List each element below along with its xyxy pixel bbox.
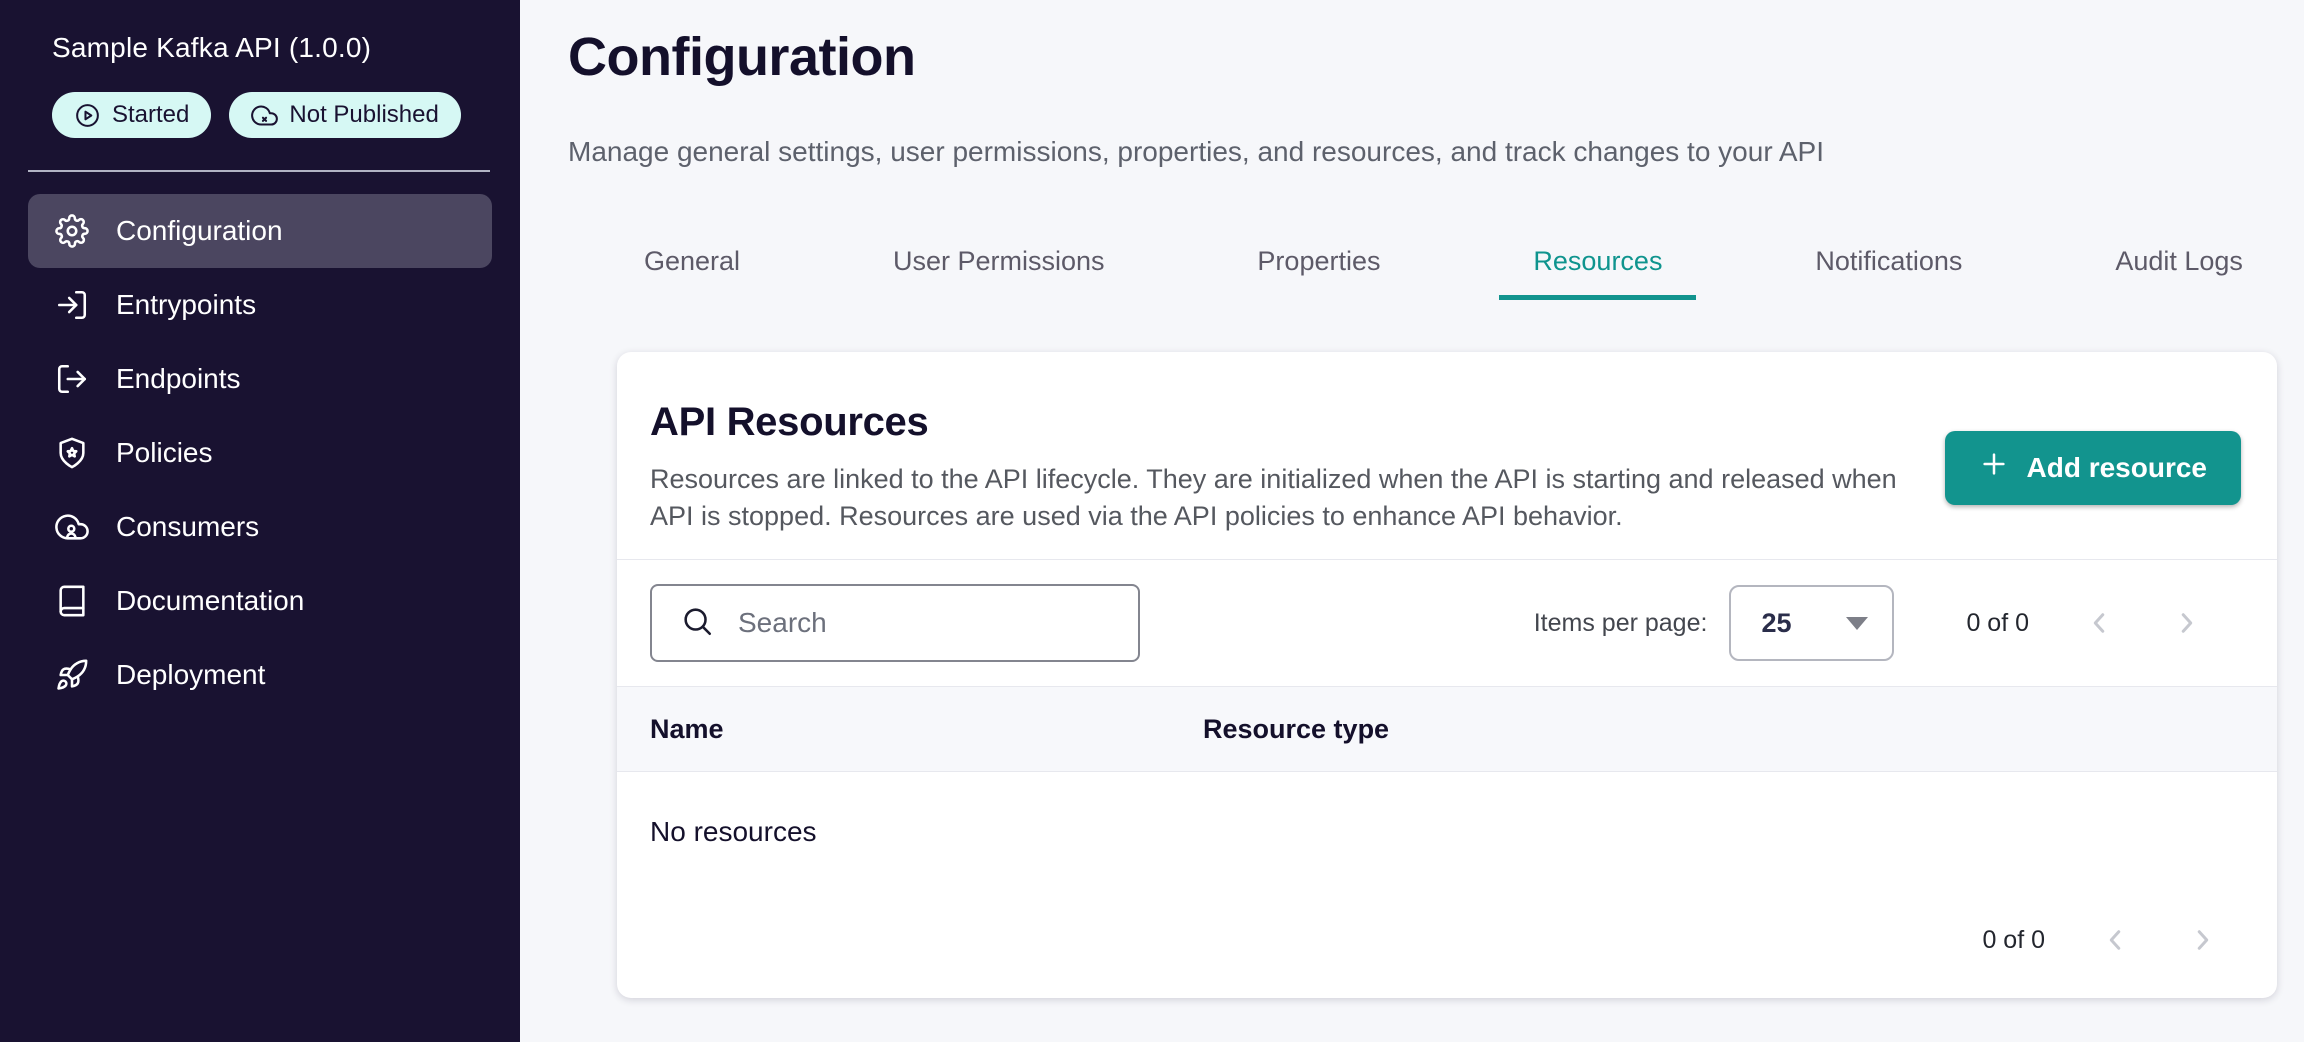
status-badge-not-published: Not Published <box>229 92 460 138</box>
page-title: Configuration <box>568 26 2277 88</box>
chevron-right-icon <box>2169 605 2205 641</box>
pagination-range-bottom: 0 of 0 <box>1982 926 2045 955</box>
previous-page-button-bottom[interactable] <box>2097 922 2133 958</box>
status-badges: Started Not Published <box>52 92 490 138</box>
next-page-button-bottom[interactable] <box>2185 922 2221 958</box>
sidebar-item-deployment[interactable]: Deployment <box>28 638 492 712</box>
tab-audit-logs[interactable]: Audit Logs <box>2081 228 2277 300</box>
status-badge-label: Not Published <box>289 101 438 129</box>
table-toolbar: Items per page: 25 0 of 0 <box>617 560 2277 686</box>
pagination-bottom: 0 of 0 <box>617 892 2277 998</box>
items-per-page-label: Items per page: <box>1534 609 1708 638</box>
card-description: Resources are linked to the API lifecycl… <box>650 461 1945 535</box>
sidebar-item-entrypoints[interactable]: Entrypoints <box>28 268 492 342</box>
sidebar-item-label: Documentation <box>116 585 304 617</box>
column-header-resource-type: Resource type <box>1203 714 1389 745</box>
chevron-right-icon <box>2185 922 2221 958</box>
tab-label: Audit Logs <box>2115 246 2243 277</box>
column-header-name: Name <box>650 714 1203 745</box>
sidebar-item-documentation[interactable]: Documentation <box>28 564 492 638</box>
shield-star-icon <box>54 435 90 471</box>
cloud-unpublished-icon <box>251 102 278 129</box>
tab-label: General <box>644 246 740 277</box>
tab-label: Notifications <box>1815 246 1962 277</box>
add-resource-button[interactable]: Add resource <box>1945 431 2242 505</box>
sidebar-item-configuration[interactable]: Configuration <box>28 194 492 268</box>
next-page-button-top[interactable] <box>2169 605 2205 641</box>
items-per-page-select[interactable]: 25 <box>1729 585 1894 661</box>
search-box <box>650 584 1140 662</box>
sidebar-item-label: Policies <box>116 437 212 469</box>
card-title: API Resources <box>650 400 1945 445</box>
entrypoints-icon <box>54 287 90 323</box>
card-header-text: API Resources Resources are linked to th… <box>650 400 1945 535</box>
sidebar-item-label: Deployment <box>116 659 265 691</box>
api-header: Sample Kafka API (1.0.0) Started Not Pub… <box>0 32 520 138</box>
play-circle-icon <box>74 102 101 129</box>
pagination-top: Items per page: 25 0 of 0 <box>1534 585 2205 661</box>
tab-label: Properties <box>1257 246 1380 277</box>
endpoints-icon <box>54 361 90 397</box>
sidebar-item-label: Configuration <box>116 215 283 247</box>
sidebar-item-endpoints[interactable]: Endpoints <box>28 342 492 416</box>
status-badge-label: Started <box>112 101 189 129</box>
empty-table-message: No resources <box>650 816 817 848</box>
card-header: API Resources Resources are linked to th… <box>617 352 2277 560</box>
app-root: Sample Kafka API (1.0.0) Started Not Pub… <box>0 0 2304 998</box>
tab-general[interactable]: General <box>610 228 774 300</box>
add-resource-label: Add resource <box>2027 452 2208 484</box>
page-subtitle: Manage general settings, user permission… <box>568 136 2277 168</box>
book-icon <box>54 583 90 619</box>
tab-properties[interactable]: Properties <box>1223 228 1414 300</box>
table-empty-row: No resources <box>617 772 2277 892</box>
tab-resources[interactable]: Resources <box>1499 228 1696 300</box>
items-per-page-value: 25 <box>1761 608 1791 639</box>
sidebar-nav: Configuration Entrypoints Endpoints Poli… <box>0 194 520 712</box>
cloud-user-icon <box>54 509 90 545</box>
gear-icon <box>54 213 90 249</box>
main-content: Configuration Manage general settings, u… <box>520 0 2304 998</box>
sidebar-item-policies[interactable]: Policies <box>28 416 492 490</box>
tab-label: User Permissions <box>893 246 1105 277</box>
previous-page-button-top[interactable] <box>2081 605 2117 641</box>
sidebar-item-consumers[interactable]: Consumers <box>28 490 492 564</box>
api-resources-card: API Resources Resources are linked to th… <box>617 352 2277 998</box>
table-header-row: Name Resource type <box>617 686 2277 772</box>
rocket-icon <box>54 657 90 693</box>
search-icon <box>680 604 714 643</box>
sidebar-item-label: Consumers <box>116 511 259 543</box>
api-title: Sample Kafka API (1.0.0) <box>52 32 490 64</box>
chevron-left-icon <box>2081 605 2117 641</box>
plus-icon <box>1979 449 2009 486</box>
tab-user-permissions[interactable]: User Permissions <box>859 228 1139 300</box>
tab-bar: General User Permissions Properties Reso… <box>610 228 2277 300</box>
sidebar-divider <box>28 170 490 172</box>
status-badge-started: Started <box>52 92 211 138</box>
pagination-range-top: 0 of 0 <box>1966 609 2029 638</box>
chevron-left-icon <box>2097 922 2133 958</box>
tab-label: Resources <box>1533 246 1662 277</box>
caret-down-icon <box>1846 617 1868 630</box>
sidebar-item-label: Entrypoints <box>116 289 256 321</box>
sidebar: Sample Kafka API (1.0.0) Started Not Pub… <box>0 0 520 1042</box>
tab-notifications[interactable]: Notifications <box>1781 228 1996 300</box>
sidebar-item-label: Endpoints <box>116 363 241 395</box>
search-input[interactable] <box>736 606 1120 640</box>
